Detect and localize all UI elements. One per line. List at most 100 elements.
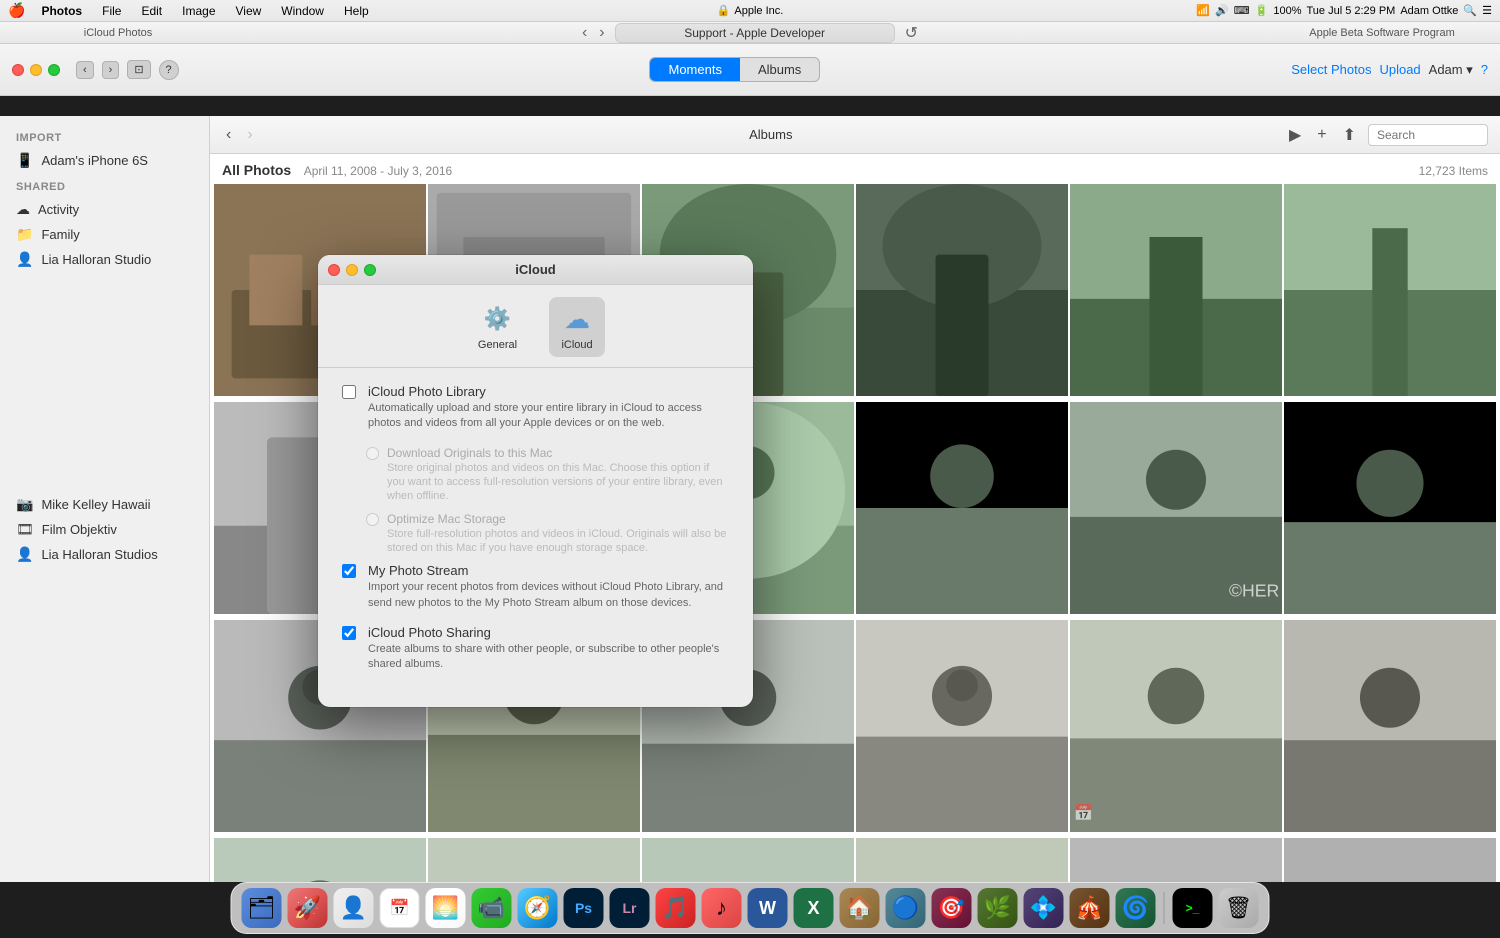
dock-app2-icon[interactable]: 🔵	[886, 888, 926, 928]
dock-facetime-icon[interactable]: 📹	[472, 888, 512, 928]
menubar-help[interactable]: Help	[340, 4, 373, 18]
dialog-content: iCloud Photo Library Automatically uploa…	[318, 368, 753, 707]
photo-thumb-24[interactable]	[1284, 838, 1496, 882]
photo-thumb-18[interactable]	[1284, 620, 1496, 832]
apple-logo-icon[interactable]: 🍎	[8, 2, 25, 19]
refresh-button[interactable]: ↺	[903, 21, 920, 45]
dialog-maximize-button[interactable]	[364, 264, 376, 276]
photo-thumb-6[interactable]	[1284, 184, 1496, 396]
dock-finder-icon[interactable]: 🗂	[242, 888, 282, 928]
upload-button[interactable]: Upload	[1379, 62, 1420, 77]
setting-icloud-photo-library: iCloud Photo Library Automatically uploa…	[342, 384, 729, 432]
dialog-minimize-button[interactable]	[346, 264, 358, 276]
menubar-edit[interactable]: Edit	[137, 4, 166, 18]
dialog-tab-general[interactable]: ⚙️ General	[466, 297, 529, 357]
dock-excel-icon[interactable]: X	[794, 888, 834, 928]
photo-stream-title: My Photo Stream	[368, 563, 729, 578]
menubar-window[interactable]: Window	[277, 4, 328, 18]
photo-thumb-22[interactable]	[856, 838, 1068, 882]
albums-tab[interactable]: Albums	[740, 58, 819, 81]
photo-stream-checkbox[interactable]	[342, 564, 356, 578]
svg-text:©HER: ©HER	[1229, 580, 1279, 600]
export-button[interactable]: ⬆	[1339, 123, 1360, 147]
nav-back-button[interactable]: ‹	[580, 22, 589, 44]
dock-trash-icon[interactable]: 🗑	[1219, 888, 1259, 928]
nav-prev-button[interactable]: ‹	[222, 124, 235, 146]
photo-thumb-17[interactable]: 📅	[1070, 620, 1282, 832]
maximize-button[interactable]	[48, 64, 60, 76]
minimize-button[interactable]	[30, 64, 42, 76]
user-lia-studios-icon: 👤	[16, 546, 33, 563]
dock-word-icon[interactable]: W	[748, 888, 788, 928]
window-resize-button[interactable]: ⊡	[127, 60, 150, 79]
dock-terminal-icon[interactable]: >_	[1173, 888, 1213, 928]
select-photos-button[interactable]: Select Photos	[1291, 62, 1371, 77]
dialog-close-button[interactable]	[328, 264, 340, 276]
photo-thumb-10[interactable]	[856, 402, 1068, 614]
tab-right[interactable]: Apple Beta Software Program	[1272, 27, 1492, 39]
dock-itunes-icon[interactable]: ♪	[702, 888, 742, 928]
nav-next-button[interactable]: ›	[243, 124, 256, 146]
dialog-titlebar: iCloud	[318, 255, 753, 285]
nav-forward-button[interactable]: ›	[597, 22, 606, 44]
dialog-tab-icloud[interactable]: ☁ iCloud	[549, 297, 605, 357]
menubar-image[interactable]: Image	[178, 4, 219, 18]
help-button[interactable]: ?	[1481, 62, 1488, 77]
photo-thumb-5[interactable]	[1070, 184, 1282, 396]
sidebar-item-lia-studios[interactable]: 👤 Lia Halloran Studios	[0, 542, 209, 567]
photo-thumb-4[interactable]	[856, 184, 1068, 396]
photo-thumb-16[interactable]	[856, 620, 1068, 832]
dock-app7-icon[interactable]: 🌀	[1116, 888, 1156, 928]
grid-count: 12,723 Items	[1419, 164, 1488, 178]
dialog-title: iCloud	[515, 262, 555, 277]
menubar-file[interactable]: File	[98, 4, 125, 18]
dock-app4-icon[interactable]: 🌿	[978, 888, 1018, 928]
dock-launchpad-icon[interactable]: 🚀	[288, 888, 328, 928]
dock-calendar-icon[interactable]: 📅	[380, 888, 420, 928]
download-originals-desc: Store original photos and videos on this…	[387, 461, 729, 504]
dock-app5-icon[interactable]: 💠	[1024, 888, 1064, 928]
search-input[interactable]	[1368, 124, 1488, 146]
back-button[interactable]: ‹	[76, 61, 94, 79]
photo-thumb-11[interactable]: ©HER	[1070, 402, 1282, 614]
dock-contacts-icon[interactable]: 👤	[334, 888, 374, 928]
dock-app6-icon[interactable]: 🎪	[1070, 888, 1110, 928]
icloud-library-checkbox[interactable]	[342, 385, 356, 399]
dock-ps-icon[interactable]: Ps	[564, 888, 604, 928]
dock-lr-icon[interactable]: Lr	[610, 888, 650, 928]
user-account-button[interactable]: Adam ▾	[1429, 62, 1473, 78]
moments-tab[interactable]: Moments	[650, 58, 739, 81]
menubar-view[interactable]: View	[232, 4, 266, 18]
sidebar-item-iphone[interactable]: 📱 Adam's iPhone 6S	[0, 148, 209, 173]
photo-thumb-23[interactable]: 🖊	[1070, 838, 1282, 882]
dock-app1-icon[interactable]: 🏠	[840, 888, 880, 928]
url-bar-area: ‹ › Support - Apple Developer ↺	[228, 21, 1272, 45]
optimize-storage-radio[interactable]	[366, 513, 379, 526]
url-bar[interactable]: Support - Apple Developer	[615, 23, 895, 43]
dock-safari-icon[interactable]: 🧭	[518, 888, 558, 928]
help-circle-button[interactable]: ?	[159, 60, 179, 80]
photo-thumb-20[interactable]	[428, 838, 640, 882]
close-button[interactable]	[12, 64, 24, 76]
tab-left[interactable]: iCloud Photos	[8, 27, 228, 39]
dock-photos-icon[interactable]: 🌅	[426, 888, 466, 928]
sidebar: Import 📱 Adam's iPhone 6S Shared ☁ Activ…	[0, 116, 210, 882]
forward-button[interactable]: ›	[102, 61, 120, 79]
photo-thumb-21[interactable]	[642, 838, 854, 882]
menubar-apple-inc: Apple Inc.	[734, 5, 783, 17]
photo-thumb-12[interactable]	[1284, 402, 1496, 614]
sidebar-item-activity[interactable]: ☁ Activity	[0, 197, 209, 222]
add-album-button[interactable]: +	[1313, 124, 1330, 146]
dock-music-icon[interactable]: 🎵	[656, 888, 696, 928]
sidebar-item-film[interactable]: 🎞 Film Objektiv	[0, 517, 209, 542]
albums-label: Albums	[265, 127, 1277, 142]
photo-thumb-19[interactable]	[214, 838, 426, 882]
menubar-app-name[interactable]: Photos	[37, 4, 86, 18]
sidebar-item-mike[interactable]: 📷 Mike Kelley Hawaii	[0, 492, 209, 517]
sidebar-item-lia-halloran[interactable]: 👤 Lia Halloran Studio	[0, 247, 209, 272]
play-slideshow-button[interactable]: ▶	[1285, 123, 1305, 147]
photo-sharing-checkbox[interactable]	[342, 626, 356, 640]
dock-app3-icon[interactable]: 🎯	[932, 888, 972, 928]
download-originals-radio[interactable]	[366, 447, 379, 460]
sidebar-item-family[interactable]: 📁 Family	[0, 222, 209, 247]
